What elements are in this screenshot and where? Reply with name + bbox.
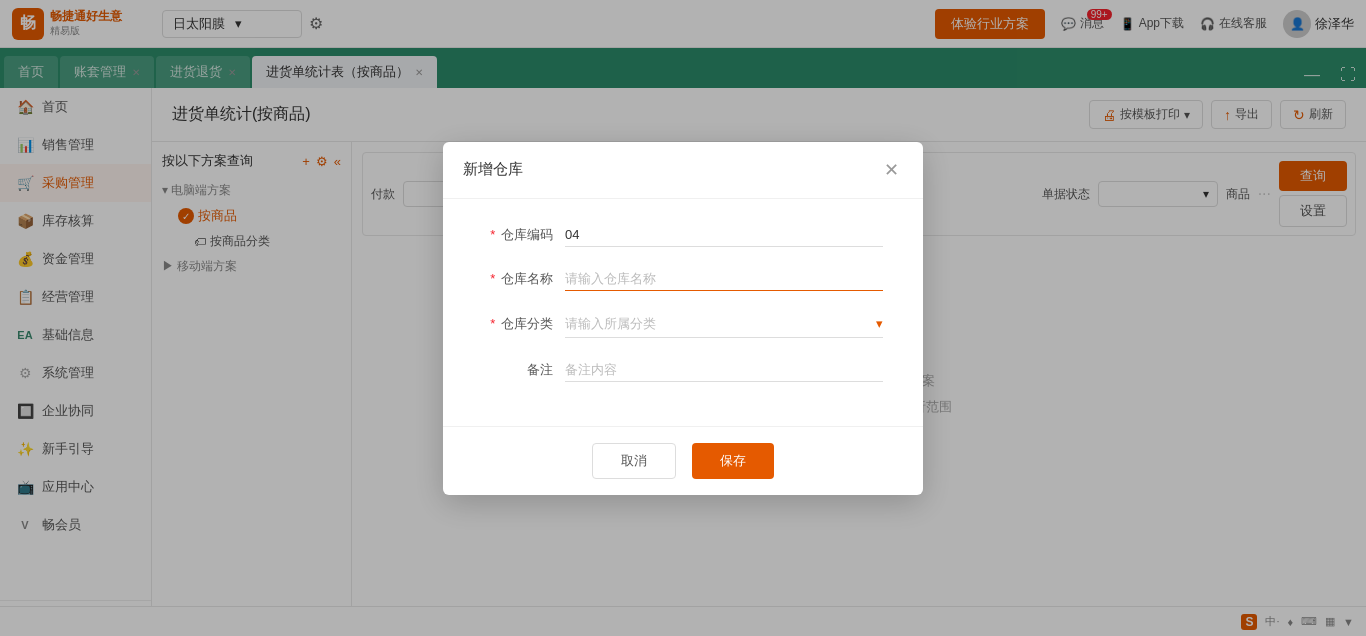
required-star-code: * — [490, 227, 495, 242]
warehouse-name-input[interactable] — [565, 267, 883, 291]
modal-header: 新增仓库 ✕ — [443, 142, 923, 199]
save-button[interactable]: 保存 — [692, 443, 774, 479]
warehouse-code-input[interactable] — [565, 223, 883, 247]
category-field-label: * 仓库分类 — [483, 315, 553, 333]
category-placeholder: 请输入所属分类 — [565, 315, 656, 333]
warehouse-category-select[interactable]: 请输入所属分类 ▾ — [565, 311, 883, 338]
category-chevron-icon: ▾ — [876, 316, 883, 331]
modal-footer: 取消 保存 — [443, 426, 923, 495]
modal-body: * 仓库编码 * 仓库名称 * 仓库分类 请输入 — [443, 199, 923, 426]
warehouse-name-row: * 仓库名称 — [483, 267, 883, 291]
code-label: * 仓库编码 — [483, 226, 553, 244]
remark-label: 备注 — [483, 361, 553, 379]
add-warehouse-modal: 新增仓库 ✕ * 仓库编码 * 仓库名称 — [443, 142, 923, 495]
warehouse-remark-row: 备注 — [483, 358, 883, 382]
modal-close-button[interactable]: ✕ — [879, 158, 903, 182]
warehouse-remark-input[interactable] — [565, 358, 883, 382]
required-star-name: * — [490, 271, 495, 286]
name-label: * 仓库名称 — [483, 270, 553, 288]
required-star-category: * — [490, 316, 495, 331]
modal-title: 新增仓库 — [463, 160, 523, 179]
modal-overlay[interactable]: 新增仓库 ✕ * 仓库编码 * 仓库名称 — [0, 0, 1366, 636]
warehouse-category-row: * 仓库分类 请输入所属分类 ▾ — [483, 311, 883, 338]
warehouse-code-row: * 仓库编码 — [483, 223, 883, 247]
cancel-button[interactable]: 取消 — [592, 443, 676, 479]
